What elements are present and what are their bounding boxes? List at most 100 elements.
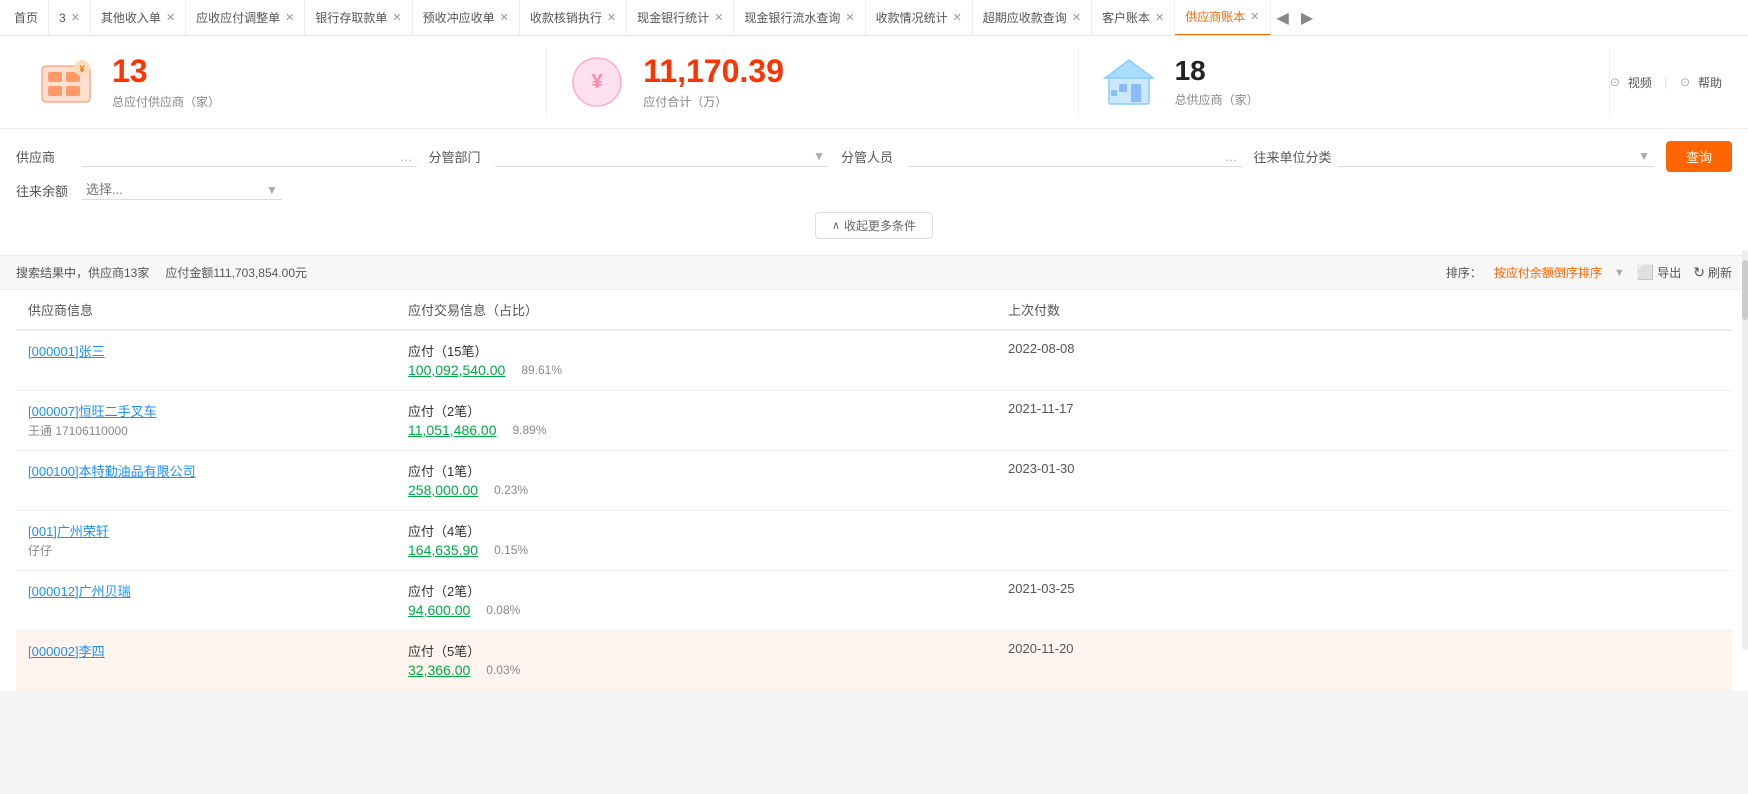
last-pay-2: 2021-11-17 <box>1008 401 1720 416</box>
video-link[interactable]: 视频 <box>1628 74 1652 91</box>
balance-input-box[interactable]: ▼ <box>82 180 282 200</box>
close-ar-adjust[interactable]: ✕ <box>285 11 294 24</box>
nav-prev-arrow[interactable]: ◀ <box>1271 0 1295 36</box>
total-supplier-num: 18 <box>1175 56 1259 87</box>
query-button[interactable]: 查询 <box>1666 141 1732 172</box>
close-collection-stat[interactable]: ✕ <box>953 11 962 24</box>
supplier-input[interactable] <box>86 149 400 164</box>
collapse-label: 收起更多条件 <box>844 217 916 234</box>
supplier-link-4[interactable]: [001]广州荣轩 <box>28 521 408 540</box>
close-cash-bank-flow[interactable]: ✕ <box>845 11 854 24</box>
nav-supplier-account[interactable]: 供应商账本 ✕ <box>1175 0 1270 36</box>
nav-cash-bank-stat[interactable]: 现金银行统计 ✕ <box>627 0 734 36</box>
supplier-filter-label: 供应商 <box>16 147 76 166</box>
svg-text:¥: ¥ <box>592 71 604 93</box>
supplier-link-2[interactable]: [000007]恒旺二手叉车 <box>28 401 408 420</box>
summary-card-supplier-count: ¥ 13 总应付供应商（家） <box>16 48 547 116</box>
collapse-up-icon: ∧ <box>832 219 840 232</box>
nav-advance-payment[interactable]: 预收冲应收单 ✕ <box>413 0 520 36</box>
scrollbar-track[interactable] <box>1742 250 1748 650</box>
close-supplier-account[interactable]: ✕ <box>1250 10 1259 23</box>
payable-amount-2[interactable]: 11,051,486.00 <box>408 422 497 438</box>
refresh-label: 刷新 <box>1708 264 1732 281</box>
unit-class-dropdown-icon[interactable]: ▼ <box>1638 149 1650 163</box>
payable-info-1: 应付（15笔） 100,092,540.00 89.61% <box>408 341 1008 378</box>
filter-supplier: 供应商 … <box>16 147 417 167</box>
payable-amount-1[interactable]: 100,092,540.00 <box>408 362 505 378</box>
close-cash-bank-stat[interactable]: ✕ <box>714 11 723 24</box>
nav-other-income[interactable]: 其他收入单 ✕ <box>91 0 186 36</box>
balance-input[interactable] <box>86 182 262 197</box>
unit-class-input[interactable] <box>1342 149 1635 164</box>
nav-home[interactable]: 首页 <box>4 0 49 36</box>
supplier-info-3: [000100]本特勤油品有限公司 <box>28 461 408 480</box>
nav-collection-stat[interactable]: 收款情况统计 ✕ <box>866 0 973 36</box>
supplier-sub-4: 仔仔 <box>28 542 408 559</box>
export-button[interactable]: ⬜ 导出 <box>1637 264 1681 281</box>
balance-filter-label: 往来余额 <box>16 181 76 200</box>
nav-tab3[interactable]: 3 ✕ <box>49 0 91 36</box>
nav-overdue-query[interactable]: 超期应收款查询 ✕ <box>973 0 1092 36</box>
summary-bar: ¥ 13 总应付供应商（家） ¥ 11,170.39 应付合计（万） <box>0 36 1748 129</box>
supplier-link-3[interactable]: [000100]本特勤油品有限公司 <box>28 461 408 480</box>
payable-desc-6: 应付（5笔） <box>408 641 480 660</box>
dept-filter-label: 分管部门 <box>429 147 489 166</box>
payable-desc-1: 应付（15笔） <box>408 341 487 360</box>
summary-info-supplier-count: 13 总应付供应商（家） <box>112 54 220 110</box>
filter-person: 分管人员 … <box>841 147 1242 167</box>
total-payable-label: 应付合计（万） <box>643 93 784 110</box>
table-row: [000001]张三 应付（15笔） 100,092,540.00 89.61%… <box>16 331 1732 391</box>
supplier-count-label: 总应付供应商（家） <box>112 93 220 110</box>
filter-row-1: 供应商 … 分管部门 ▼ 分管人员 … 往来单位分类 <box>16 141 1732 172</box>
person-input-box[interactable]: … <box>907 147 1242 167</box>
nav-customer-account[interactable]: 客户账本 ✕ <box>1092 0 1175 36</box>
summary-info-total-payable: 11,170.39 应付合计（万） <box>643 54 784 110</box>
dept-input-box[interactable]: ▼ <box>495 147 830 167</box>
close-overdue-query[interactable]: ✕ <box>1072 11 1081 24</box>
nav-next-arrow[interactable]: ▶ <box>1295 0 1319 36</box>
supplier-ellipsis[interactable]: … <box>400 149 413 164</box>
payable-amount-6[interactable]: 32,366.00 <box>408 662 470 678</box>
supplier-link-6[interactable]: [000002]李四 <box>28 641 408 660</box>
payable-amount-4[interactable]: 164,635.90 <box>408 542 478 558</box>
last-pay-date-6: 2020-11-20 <box>1008 641 1074 656</box>
payable-amount-5[interactable]: 94,600.00 <box>408 602 470 618</box>
nav-receipt-verify[interactable]: 收款核销执行 ✕ <box>520 0 627 36</box>
sort-dropdown-icon[interactable]: ▼ <box>1614 267 1625 279</box>
last-pay-1: 2022-08-08 <box>1008 341 1720 356</box>
help-link[interactable]: 帮助 <box>1698 74 1722 91</box>
sort-value[interactable]: 按应付余额倒序排序 <box>1494 264 1602 281</box>
supplier-link-1[interactable]: [000001]张三 <box>28 341 408 360</box>
close-customer-account[interactable]: ✕ <box>1155 11 1164 24</box>
payable-info-3: 应付（1笔） 258,000.00 0.23% <box>408 461 1008 498</box>
dept-dropdown-icon[interactable]: ▼ <box>813 149 825 163</box>
nav-cash-bank-flow[interactable]: 现金银行流水查询 ✕ <box>734 0 865 36</box>
payable-desc-3: 应付（1笔） <box>408 461 480 480</box>
payable-info-6: 应付（5笔） 32,366.00 0.03% <box>408 641 1008 678</box>
person-input[interactable] <box>911 149 1225 164</box>
close-advance-payment[interactable]: ✕ <box>500 11 509 24</box>
supplier-input-box[interactable]: … <box>82 147 417 167</box>
close-bank-deposit[interactable]: ✕ <box>392 11 401 24</box>
unit-class-input-box[interactable]: ▼ <box>1338 147 1654 167</box>
last-pay-date-1: 2022-08-08 <box>1008 341 1075 356</box>
collapse-button[interactable]: ∧ 收起更多条件 <box>815 212 933 239</box>
supplier-link-5[interactable]: [000012]广州贝瑞 <box>28 581 408 600</box>
payable-amount-3[interactable]: 258,000.00 <box>408 482 478 498</box>
refresh-button[interactable]: ↻ 刷新 <box>1693 264 1732 281</box>
nav-ar-adjust[interactable]: 应收应付调整单 ✕ <box>186 0 305 36</box>
filter-balance: 往来余额 ▼ <box>16 180 282 200</box>
close-receipt-verify[interactable]: ✕ <box>607 11 616 24</box>
close-other-income[interactable]: ✕ <box>166 11 175 24</box>
table-row: [001]广州荣轩 仔仔 应付（4笔） 164,635.90 0.15% <box>16 511 1732 571</box>
separator: ｜ <box>1660 74 1672 91</box>
person-ellipsis[interactable]: … <box>1225 149 1238 164</box>
col-header-lastpay: 上次付数 <box>1008 300 1720 319</box>
nav-bank-deposit[interactable]: 银行存取款单 ✕ <box>305 0 412 36</box>
balance-dropdown-icon[interactable]: ▼ <box>266 183 278 197</box>
scrollbar-thumb[interactable] <box>1742 260 1748 320</box>
payable-icon: ¥ <box>567 52 627 112</box>
dept-input[interactable] <box>499 149 810 164</box>
person-filter-label: 分管人员 <box>841 147 901 166</box>
close-tab3[interactable]: ✕ <box>71 11 80 24</box>
